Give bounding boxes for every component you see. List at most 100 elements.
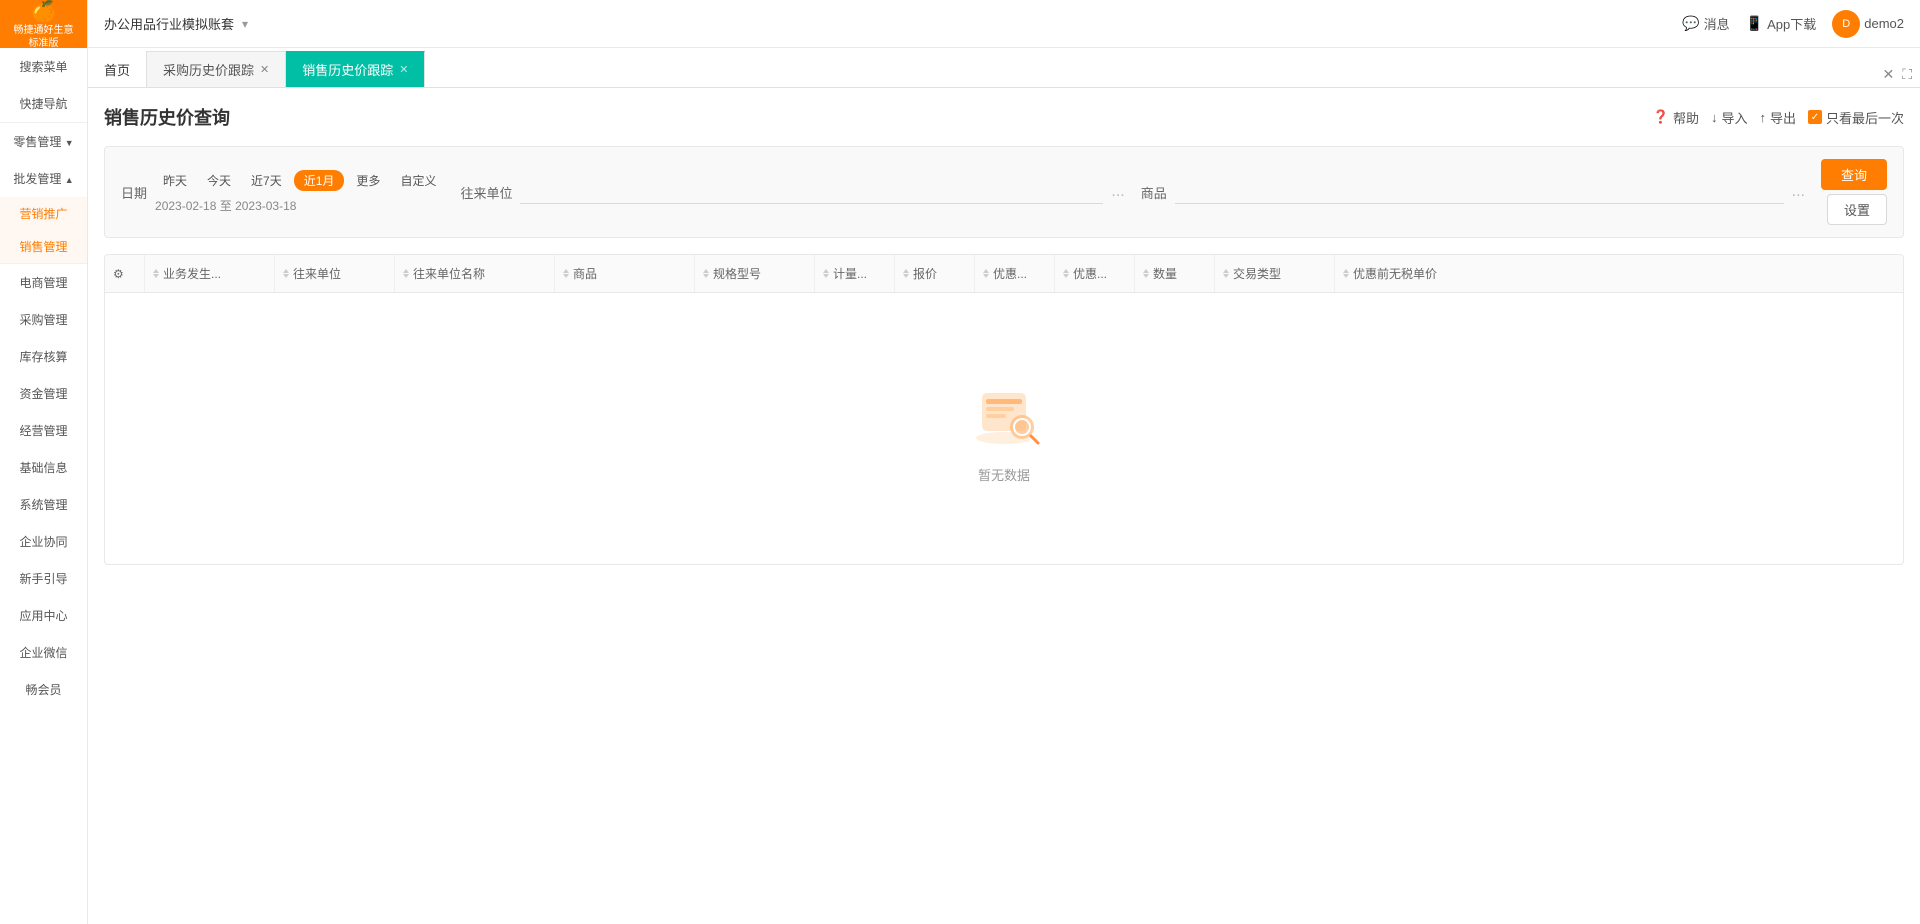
help-button[interactable]: ❓ 帮助 (1653, 108, 1699, 127)
sidebar-item-operation[interactable]: 经营管理 (0, 412, 87, 449)
th-date[interactable]: 业务发生... (145, 255, 275, 292)
th-gear[interactable]: ⚙ (105, 255, 145, 292)
content-inner: 销售历史价查询 ❓ 帮助 ↓ 导入 ↑ 导出 (88, 88, 1920, 581)
tabbar: 首页 采购历史价跟踪 ✕ 销售历史价跟踪 ✕ ✕ ⛶ (88, 48, 1920, 88)
tab-close-all-icon[interactable]: ✕ (1882, 66, 1894, 83)
topbar-right: 💬 消息 📱 App下载 D demo2 (1682, 10, 1904, 38)
download-icon: 📱 (1746, 15, 1763, 32)
th-tax[interactable]: 优惠前无税单价 (1335, 255, 1903, 292)
th-quote[interactable]: 报价 (895, 255, 975, 292)
th-discount2[interactable]: 优惠... (1055, 255, 1135, 292)
tab-sales-history[interactable]: 销售历史价跟踪 ✕ (286, 51, 425, 87)
table-header: ⚙ 业务发生... 往来单位 (105, 255, 1903, 293)
no-data-icon (964, 373, 1044, 453)
th-date-label: 业务发生... (163, 265, 221, 282)
sort-goods-icon (563, 269, 569, 278)
content-area: 销售历史价查询 ❓ 帮助 ↓ 导入 ↑ 导出 (88, 88, 1920, 924)
export-button[interactable]: ↑ 导出 (1759, 108, 1796, 127)
filter-bar: 日期 昨天 今天 近7天 近1月 更多 自定义 2023-02-18 至 202… (104, 146, 1904, 238)
date-btn-more[interactable]: 更多 (348, 170, 388, 191)
date-label: 日期 (121, 183, 147, 202)
tab-sales-close-icon[interactable]: ✕ (399, 63, 408, 76)
sidebar-item-system[interactable]: 系统管理 (0, 486, 87, 523)
goods-input[interactable] (1175, 180, 1784, 204)
sidebar-item-finance[interactable]: 资金管理 (0, 375, 87, 412)
th-goods-label: 商品 (573, 265, 597, 282)
th-spec[interactable]: 规格型号 (695, 255, 815, 292)
goods-dots[interactable]: ... (1792, 183, 1805, 201)
sort-qty-icon (1143, 269, 1149, 278)
th-unit-code-label: 往来单位 (293, 265, 341, 282)
only-last-checkbox-label[interactable]: 只看最后一次 (1808, 108, 1904, 127)
th-discount2-label: 优惠... (1073, 265, 1107, 282)
date-filter-group: 日期 昨天 今天 近7天 近1月 更多 自定义 2023-02-18 至 202… (121, 170, 444, 214)
sidebar-item-purchase[interactable]: 采购管理 (0, 301, 87, 338)
sidebar-item-collab[interactable]: 企业协同 (0, 523, 87, 560)
topbar: 办公用品行业模拟账套 ▾ 💬 消息 📱 App下载 D demo2 (88, 0, 1920, 48)
sidebar-item-wholesale[interactable]: 批发管理 ▲ (0, 160, 87, 197)
sidebar-item-appcenter[interactable]: 应用中心 (0, 597, 87, 634)
avatar: D (1832, 10, 1860, 38)
query-button[interactable]: 查询 (1821, 159, 1887, 190)
message-button[interactable]: 💬 消息 (1682, 14, 1729, 33)
sidebar-item-sales[interactable]: 销售管理 (0, 230, 87, 263)
date-btn-yesterday[interactable]: 昨天 (155, 170, 195, 191)
th-unit-label: 计量... (833, 265, 867, 282)
th-goods[interactable]: 商品 (555, 255, 695, 292)
user-avatar-button[interactable]: D demo2 (1832, 10, 1904, 38)
page-title: 销售历史价查询 (104, 104, 230, 130)
sidebar-item-member[interactable]: 畅会员 (0, 671, 87, 708)
page-actions: ❓ 帮助 ↓ 导入 ↑ 导出 只看最后一次 (1653, 108, 1904, 127)
sidebar-item-basicinfo[interactable]: 基础信息 (0, 449, 87, 486)
tab-home-label: 首页 (104, 60, 130, 79)
unit-filter-group: 往来单位 ... (460, 180, 1124, 204)
th-spec-label: 规格型号 (713, 265, 761, 282)
th-quote-label: 报价 (913, 265, 937, 282)
date-btn-custom[interactable]: 自定义 (392, 170, 444, 191)
sidebar-item-inventory[interactable]: 库存核算 (0, 338, 87, 375)
sort-discount1-icon (983, 269, 989, 278)
th-qty-label: 数量 (1153, 265, 1177, 282)
filter-row: 日期 昨天 今天 近7天 近1月 更多 自定义 2023-02-18 至 202… (121, 159, 1887, 225)
th-unit-code[interactable]: 往来单位 (275, 255, 395, 292)
sort-date-icon (153, 269, 159, 278)
tab-purchase-close-icon[interactable]: ✕ (260, 63, 269, 76)
sort-tax-icon (1343, 269, 1349, 278)
unit-dots[interactable]: ... (1111, 183, 1124, 201)
th-unit[interactable]: 计量... (815, 255, 895, 292)
tab-home[interactable]: 首页 (88, 51, 147, 87)
th-unit-name[interactable]: 往来单位名称 (395, 255, 555, 292)
settings-button[interactable]: 设置 (1827, 194, 1887, 225)
th-unit-name-label: 往来单位名称 (413, 265, 485, 282)
unit-input[interactable] (520, 180, 1103, 204)
date-btn-today[interactable]: 今天 (199, 170, 239, 191)
date-btn-7days[interactable]: 近7天 (243, 170, 290, 191)
import-button[interactable]: ↓ 导入 (1711, 108, 1748, 127)
app-logo-text: 畅捷通好生意标准版 (14, 24, 74, 50)
sort-trade-icon (1223, 269, 1229, 278)
th-discount1[interactable]: 优惠... (975, 255, 1055, 292)
only-last-checkbox[interactable] (1808, 110, 1822, 124)
sidebar-item-search[interactable]: 搜索菜单 (0, 48, 87, 85)
tab-purchase-label: 采购历史价跟踪 (163, 60, 254, 79)
sidebar-item-retail[interactable]: 零售管理 ▼ (0, 122, 87, 160)
sidebar-item-wxwork[interactable]: 企业微信 (0, 634, 87, 671)
th-trade[interactable]: 交易类型 (1215, 255, 1335, 292)
sidebar-item-marketing[interactable]: 营销推广 (0, 197, 87, 230)
sidebar-item-nav[interactable]: 快捷导航 (0, 85, 87, 122)
gear-icon[interactable]: ⚙ (113, 267, 124, 281)
main-area: 办公用品行业模拟账套 ▾ 💬 消息 📱 App下载 D demo2 首页 采购历… (88, 0, 1920, 924)
sort-quote-icon (903, 269, 909, 278)
th-discount1-label: 优惠... (993, 265, 1027, 282)
sort-spec-icon (703, 269, 709, 278)
tab-expand-icon[interactable]: ⛶ (1902, 66, 1912, 83)
app-download-button[interactable]: 📱 App下载 (1746, 14, 1817, 33)
tab-sales-label: 销售历史价跟踪 (302, 60, 393, 79)
goods-label: 商品 (1141, 183, 1167, 202)
topbar-dropdown-icon[interactable]: ▾ (242, 17, 248, 31)
tab-purchase-history[interactable]: 采购历史价跟踪 ✕ (147, 51, 286, 87)
sidebar-item-ecommerce[interactable]: 电商管理 (0, 263, 87, 301)
th-qty[interactable]: 数量 (1135, 255, 1215, 292)
date-btn-1month[interactable]: 近1月 (294, 170, 345, 191)
sidebar-item-guide[interactable]: 新手引导 (0, 560, 87, 597)
